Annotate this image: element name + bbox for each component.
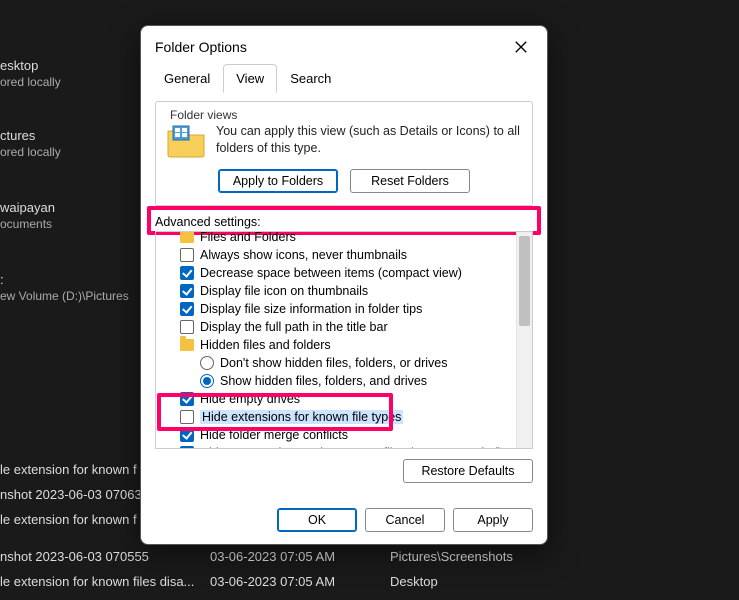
tab-search[interactable]: Search [277, 64, 344, 93]
checkbox[interactable] [180, 266, 194, 280]
dialog-content: Folder views You can apply this view (su… [141, 93, 547, 498]
apply-to-folders-button[interactable]: Apply to Folders [218, 169, 338, 193]
setting-row[interactable]: Display file size information in folder … [162, 300, 516, 318]
desktop-item-title: esktop [0, 58, 61, 75]
setting-label: Don't show hidden files, folders, or dri… [220, 356, 448, 370]
setting-row[interactable]: Decrease space between items (compact vi… [162, 264, 516, 282]
setting-row[interactable]: Display the full path in the title bar [162, 318, 516, 336]
folder-options-dialog: Folder Options General View Search Folde… [140, 25, 548, 545]
setting-label: Hide folder merge conflicts [200, 428, 348, 442]
dialog-buttons: OK Cancel Apply [141, 498, 547, 544]
list-item[interactable]: le extension for known files disa... 03-… [0, 574, 739, 589]
setting-row[interactable]: Show hidden files, folders, and drives [162, 372, 516, 390]
setting-label: Always show icons, never thumbnails [200, 248, 407, 262]
dialog-title: Folder Options [155, 39, 247, 55]
scrollbar[interactable] [516, 232, 532, 448]
tab-general[interactable]: General [151, 64, 223, 93]
desktop-item[interactable]: esktop ored locally [0, 58, 61, 90]
checkbox[interactable] [180, 302, 194, 316]
setting-label: Hide protected operating system files (R… [200, 446, 502, 448]
checkbox[interactable] [180, 410, 194, 424]
cancel-button[interactable]: Cancel [365, 508, 445, 532]
radio[interactable] [200, 374, 214, 388]
checkbox[interactable] [180, 248, 194, 262]
desktop-item-title: waipayan [0, 200, 55, 217]
setting-label: Show hidden files, folders, and drives [220, 374, 427, 388]
setting-label: Hide extensions for known file types [200, 410, 403, 424]
setting-row[interactable]: Display file icon on thumbnails [162, 282, 516, 300]
setting-row[interactable]: Hide folder merge conflicts [162, 426, 516, 444]
setting-label: Decrease space between items (compact vi… [200, 266, 462, 280]
scrollbar-thumb[interactable] [519, 236, 530, 326]
setting-row[interactable]: Always show icons, never thumbnails [162, 246, 516, 264]
setting-row[interactable]: Hide extensions for known file types [162, 408, 516, 426]
advanced-settings-label: Advanced settings: [155, 215, 261, 229]
checkbox[interactable] [180, 428, 194, 442]
setting-label: Display the full path in the title bar [200, 320, 388, 334]
advanced-settings-tree: Files and Folders Always show icons, nev… [155, 231, 533, 449]
file-location: Desktop [390, 574, 438, 589]
tab-bar: General View Search [141, 64, 547, 93]
settings-heading: Files and Folders [162, 232, 516, 246]
setting-label: Hide empty drives [200, 392, 300, 406]
setting-row[interactable]: Hidden files and folders [162, 336, 516, 354]
tab-view[interactable]: View [223, 64, 277, 93]
restore-defaults-button[interactable]: Restore Defaults [403, 459, 533, 483]
close-button[interactable] [509, 35, 533, 59]
desktop-item-title: : [0, 272, 129, 289]
ok-button[interactable]: OK [277, 508, 357, 532]
file-name: nshot 2023-06-03 070555 [0, 549, 210, 564]
setting-label: Display file icon on thumbnails [200, 284, 368, 298]
desktop-item-sub: ew Volume (D:)\Pictures [0, 289, 129, 305]
desktop-item[interactable]: : ew Volume (D:)\Pictures [0, 272, 129, 304]
list-item[interactable]: nshot 2023-06-03 070555 03-06-2023 07:05… [0, 549, 739, 564]
settings-list[interactable]: Files and Folders Always show icons, nev… [156, 232, 516, 448]
advanced-settings-label-wrap: Advanced settings: [155, 214, 533, 229]
setting-row[interactable]: Don't show hidden files, folders, or dri… [162, 354, 516, 372]
settings-heading-label: Files and Folders [200, 232, 296, 244]
file-date: 03-06-2023 07:05 AM [210, 574, 390, 589]
desktop-item-title: ctures [0, 128, 61, 145]
desktop-item-sub: ored locally [0, 145, 61, 161]
desktop-item-sub: ored locally [0, 75, 61, 91]
setting-label: Hidden files and folders [200, 338, 331, 352]
desktop-item[interactable]: waipayan ocuments [0, 200, 55, 232]
folder-views-legend: Folder views [166, 108, 241, 122]
setting-row[interactable]: Hide protected operating system files (R… [162, 444, 516, 448]
folder-views-icon [166, 123, 206, 159]
folder-views-group: Folder views You can apply this view (su… [155, 101, 533, 206]
titlebar: Folder Options [141, 26, 547, 64]
checkbox[interactable] [180, 392, 194, 406]
apply-button[interactable]: Apply [453, 508, 533, 532]
folder-icon [180, 339, 194, 351]
checkbox[interactable] [180, 284, 194, 298]
checkbox[interactable] [180, 446, 194, 448]
desktop-item[interactable]: ctures ored locally [0, 128, 61, 160]
reset-folders-button[interactable]: Reset Folders [350, 169, 470, 193]
desktop-item-sub: ocuments [0, 217, 55, 233]
setting-label: Display file size information in folder … [200, 302, 422, 316]
file-date: 03-06-2023 07:05 AM [210, 549, 390, 564]
folder-icon [180, 232, 194, 243]
setting-row[interactable]: Hide empty drives [162, 390, 516, 408]
folder-views-text: You can apply this view (such as Details… [216, 123, 522, 157]
file-location: Pictures\Screenshots [390, 549, 513, 564]
close-icon [514, 40, 528, 54]
checkbox[interactable] [180, 320, 194, 334]
file-name: le extension for known files disa... [0, 574, 210, 589]
radio[interactable] [200, 356, 214, 370]
